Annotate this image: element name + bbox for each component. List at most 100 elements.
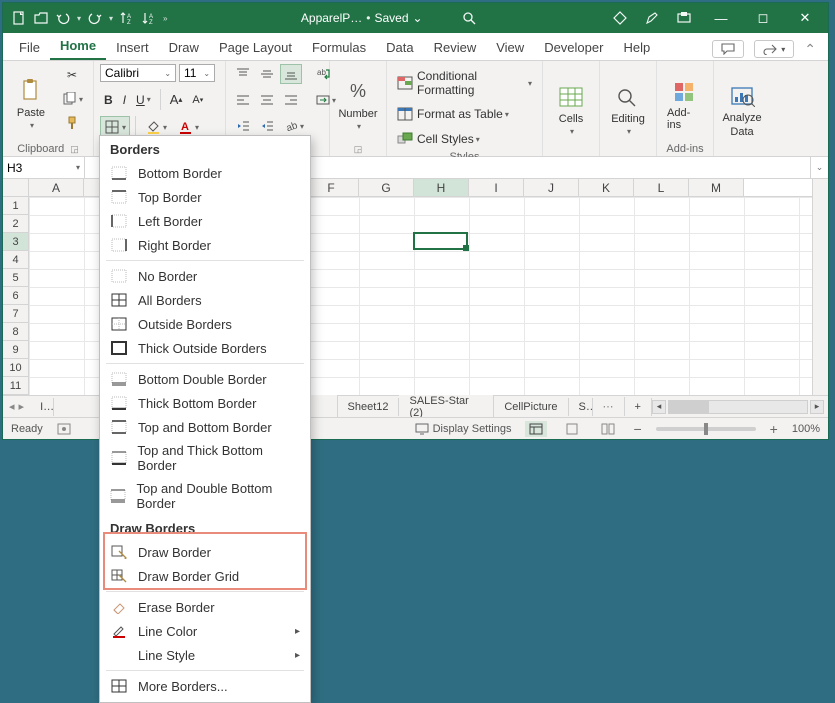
row-header[interactable]: 9	[3, 341, 29, 359]
sheet-more-icon[interactable]: ⋯	[593, 397, 625, 416]
zoom-in-button[interactable]: +	[770, 421, 778, 437]
menu-right-border[interactable]: Right Border	[100, 233, 310, 257]
tab-help[interactable]: Help	[613, 35, 660, 60]
bold-button[interactable]: B	[100, 90, 117, 110]
col-header[interactable]: L	[634, 179, 689, 196]
menu-bottom-border[interactable]: Bottom Border	[100, 161, 310, 185]
col-header[interactable]: F	[304, 179, 359, 196]
expand-formula-bar-icon[interactable]: ⌄	[810, 157, 828, 178]
menu-thick-outside-borders[interactable]: Thick Outside Borders	[100, 336, 310, 360]
row-header[interactable]: 11	[3, 377, 29, 395]
sheet-tab[interactable]: I…	[30, 398, 54, 416]
tab-developer[interactable]: Developer	[534, 35, 613, 60]
menu-top-border[interactable]: Top Border	[100, 185, 310, 209]
align-top-button[interactable]	[232, 64, 254, 84]
horizontal-scrollbar[interactable]	[668, 400, 808, 414]
font-size-combo[interactable]: 11⌄	[179, 64, 215, 82]
maximize-button[interactable]: ◻	[750, 10, 776, 26]
row-header[interactable]: 7	[3, 305, 29, 323]
qat-more-icon[interactable]: »	[163, 14, 167, 23]
sheet-prev-icon[interactable]: ◂	[9, 400, 15, 413]
sheet-tab[interactable]: S…	[569, 398, 593, 416]
row-header[interactable]: 10	[3, 359, 29, 377]
normal-view-button[interactable]	[525, 421, 547, 437]
tab-page-layout[interactable]: Page Layout	[209, 35, 302, 60]
minimize-button[interactable]: —	[708, 11, 734, 26]
name-box[interactable]: H3▾	[3, 157, 85, 178]
col-header[interactable]: I	[469, 179, 524, 196]
share-button[interactable]: ▾	[754, 40, 794, 58]
align-right-button[interactable]	[280, 90, 302, 110]
format-painter-button[interactable]	[60, 112, 84, 134]
undo-dropdown-icon[interactable]: ▾	[77, 14, 81, 23]
menu-line-color[interactable]: Line Color▸	[100, 619, 310, 643]
conditional-formatting-button[interactable]: Conditional Formatting▾	[393, 66, 536, 100]
sheet-nav[interactable]: ◂▸	[3, 400, 30, 413]
increase-font-button[interactable]: A▴	[166, 89, 187, 110]
scroll-left-button[interactable]: ◂	[652, 400, 666, 414]
orientation-button[interactable]: ab▾	[280, 116, 308, 136]
menu-more-borders[interactable]: More Borders...	[100, 674, 310, 698]
macro-record-icon[interactable]	[57, 423, 71, 435]
font-name-combo[interactable]: Calibri⌄	[100, 64, 176, 82]
increase-indent-button[interactable]	[256, 116, 278, 136]
undo-icon[interactable]	[55, 10, 71, 26]
tab-insert[interactable]: Insert	[106, 35, 159, 60]
comments-button[interactable]	[712, 40, 744, 58]
align-bottom-button[interactable]	[280, 64, 302, 84]
diamond-icon[interactable]	[612, 10, 628, 26]
vertical-scrollbar[interactable]	[812, 179, 828, 395]
menu-draw-border-grid[interactable]: Draw Border Grid	[100, 564, 310, 588]
tab-view[interactable]: View	[486, 35, 534, 60]
align-left-button[interactable]	[232, 90, 254, 110]
display-settings-button[interactable]: Display Settings	[415, 423, 512, 435]
collapse-ribbon-icon[interactable]: ⌃	[804, 41, 816, 58]
number-button[interactable]: % Number ▾	[336, 64, 380, 143]
redo-icon[interactable]	[87, 10, 103, 26]
active-cell[interactable]	[413, 232, 468, 250]
row-header[interactable]: 5	[3, 269, 29, 287]
cell-styles-button[interactable]: Cell Styles▾	[393, 128, 536, 150]
underline-button[interactable]: U▾	[132, 90, 155, 110]
tab-home[interactable]: Home	[50, 33, 106, 60]
format-table-button[interactable]: Format as Table▾	[393, 103, 536, 125]
menu-left-border[interactable]: Left Border	[100, 209, 310, 233]
tab-file[interactable]: File	[9, 35, 50, 60]
save-status[interactable]: Saved	[374, 11, 408, 25]
col-header[interactable]: J	[524, 179, 579, 196]
decrease-indent-button[interactable]	[232, 116, 254, 136]
addins-button[interactable]: Add-ins	[663, 64, 707, 142]
row-header[interactable]: 6	[3, 287, 29, 305]
row-header[interactable]: 2	[3, 215, 29, 233]
add-sheet-button[interactable]: +	[625, 398, 652, 416]
col-header[interactable]: G	[359, 179, 414, 196]
col-header[interactable]: K	[579, 179, 634, 196]
select-all-corner[interactable]	[3, 179, 29, 197]
menu-thick-bottom-border[interactable]: Thick Bottom Border	[100, 391, 310, 415]
sheet-next-icon[interactable]: ▸	[19, 400, 25, 413]
paste-button[interactable]: Paste ▾	[9, 64, 53, 142]
page-layout-view-button[interactable]	[561, 421, 583, 437]
menu-top-thick-bottom-border[interactable]: Top and Thick Bottom Border	[100, 439, 310, 477]
dialog-launcher-icon[interactable]: ◲	[70, 144, 79, 155]
tab-formulas[interactable]: Formulas	[302, 35, 376, 60]
save-status-dropdown-icon[interactable]: ⌄	[413, 11, 423, 25]
close-button[interactable]: ✕	[792, 10, 818, 26]
decrease-font-button[interactable]: A▾	[188, 91, 207, 109]
menu-all-borders[interactable]: All Borders	[100, 288, 310, 312]
row-header[interactable]: 3	[3, 233, 29, 251]
page-break-view-button[interactable]	[597, 421, 619, 437]
menu-no-border[interactable]: No Border	[100, 264, 310, 288]
tab-review[interactable]: Review	[424, 35, 487, 60]
row-header[interactable]: 8	[3, 323, 29, 341]
menu-top-bottom-border[interactable]: Top and Bottom Border	[100, 415, 310, 439]
copy-button[interactable]: ▾	[57, 88, 87, 110]
sheet-tab[interactable]: Sheet12	[338, 398, 400, 416]
col-header[interactable]: A	[29, 179, 84, 196]
dialog-launcher-icon[interactable]: ◲	[354, 144, 363, 155]
row-header[interactable]: 1	[3, 197, 29, 215]
tab-data[interactable]: Data	[376, 35, 423, 60]
menu-top-double-bottom-border[interactable]: Top and Double Bottom Border	[100, 477, 310, 515]
scroll-right-button[interactable]: ▸	[810, 400, 824, 414]
col-header[interactable]: H	[414, 179, 469, 196]
